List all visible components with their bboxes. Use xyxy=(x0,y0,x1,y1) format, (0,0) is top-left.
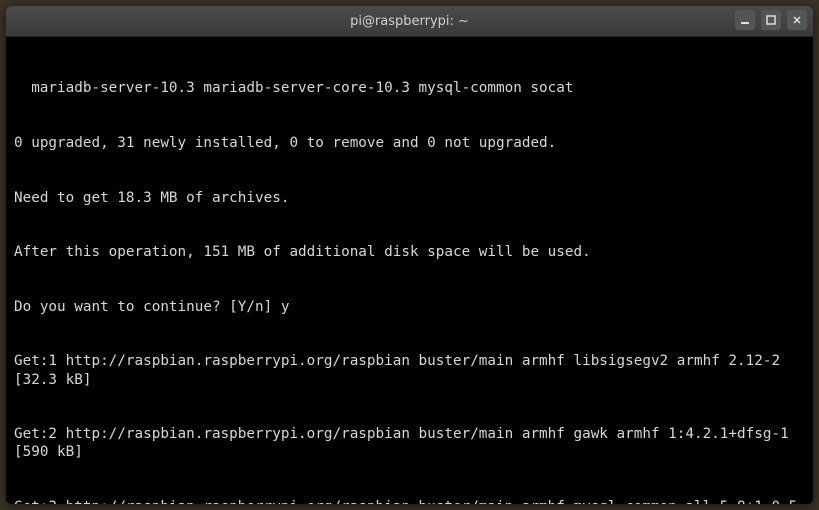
titlebar[interactable]: pi@raspberrypi: ~ xyxy=(6,6,813,37)
output-line: Get:3 http://raspbian.raspberrypi.org/ra… xyxy=(14,498,805,504)
maximize-button[interactable] xyxy=(761,10,781,30)
close-icon xyxy=(792,15,802,25)
output-line: 0 upgraded, 31 newly installed, 0 to rem… xyxy=(14,134,805,152)
output-line: Get:2 http://raspbian.raspberrypi.org/ra… xyxy=(14,425,805,461)
window-title: pi@raspberrypi: ~ xyxy=(350,14,469,29)
close-button[interactable] xyxy=(787,10,807,30)
output-line: mariadb-server-10.3 mariadb-server-core-… xyxy=(14,79,805,97)
output-line: Do you want to continue? [Y/n] y xyxy=(14,298,805,316)
output-line: After this operation, 151 MB of addition… xyxy=(14,243,805,261)
output-line: Need to get 18.3 MB of archives. xyxy=(14,189,805,207)
maximize-icon xyxy=(766,15,776,25)
terminal-body[interactable]: mariadb-server-10.3 mariadb-server-core-… xyxy=(6,37,813,504)
window-controls xyxy=(735,10,807,30)
output-line: Get:1 http://raspbian.raspberrypi.org/ra… xyxy=(14,352,805,388)
minimize-button[interactable] xyxy=(735,10,755,30)
minimize-icon xyxy=(740,15,750,25)
terminal-window: pi@raspberrypi: ~ mariadb-server-10.3 ma… xyxy=(6,6,813,504)
